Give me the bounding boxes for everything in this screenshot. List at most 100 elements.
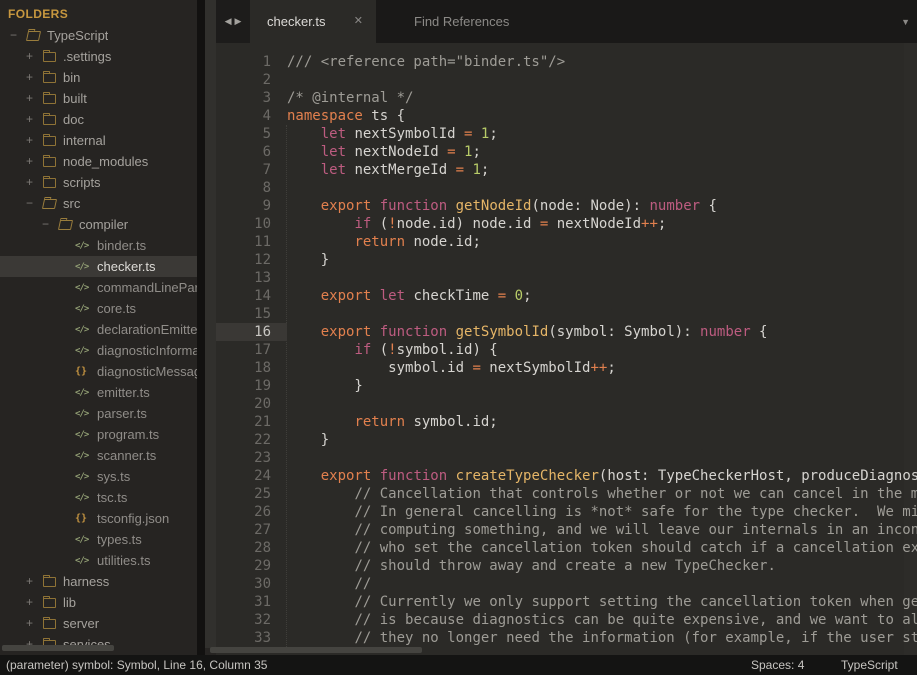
editor-horizontal-scrollbar[interactable] — [210, 647, 422, 653]
sidebar-horizontal-scrollbar[interactable] — [2, 645, 114, 651]
sidebar-item-tsc-ts[interactable]: </> tsc.ts — [0, 487, 197, 508]
code-line-29[interactable]: 29 // should throw away and create a new… — [216, 557, 917, 575]
code-line-17[interactable]: 17 if (!symbol.id) { — [216, 341, 917, 359]
file-code-icon: </> — [75, 387, 89, 398]
line-number: 27 — [254, 522, 271, 538]
code-line-22[interactable]: 22 } — [216, 431, 917, 449]
expand-icon[interactable]: + — [26, 613, 43, 634]
code-text: namespace ts { — [287, 108, 406, 124]
sidebar-item-built[interactable]: + built — [0, 88, 197, 109]
code-line-26[interactable]: 26 // In general cancelling is *not* saf… — [216, 503, 917, 521]
sidebar-vertical-scrollbar[interactable] — [205, 0, 216, 648]
sidebar-item-node-modules[interactable]: + node_modules — [0, 151, 197, 172]
collapse-icon[interactable]: − — [26, 193, 43, 214]
tab-close-icon[interactable]: ✕ — [354, 0, 363, 43]
code-line-20[interactable]: 20 — [216, 395, 917, 413]
sidebar-item-commandlinepar[interactable]: </> commandLinePar — [0, 277, 197, 298]
code-line-1[interactable]: 1 /// <reference path="binder.ts"/> — [216, 53, 917, 71]
code-line-25[interactable]: 25 // Cancellation that controls whether… — [216, 485, 917, 503]
status-indent-setting[interactable]: Spaces: 4 — [751, 655, 804, 675]
collapse-icon[interactable]: − — [42, 214, 59, 235]
code-line-27[interactable]: 27 // computing something, and we will l… — [216, 521, 917, 539]
sidebar-item-doc[interactable]: + doc — [0, 109, 197, 130]
code-line-31[interactable]: 31 // Currently we only support setting … — [216, 593, 917, 611]
file-code-icon: </> — [75, 471, 89, 482]
code-line-5[interactable]: 5 let nextSymbolId = 1; — [216, 125, 917, 143]
sidebar-item-server[interactable]: + server — [0, 613, 197, 634]
sidebar-item-bin[interactable]: + bin — [0, 67, 197, 88]
expand-icon[interactable]: + — [26, 151, 43, 172]
expand-icon[interactable]: + — [26, 130, 43, 151]
code-line-3[interactable]: 3 /* @internal */ — [216, 89, 917, 107]
code-line-19[interactable]: 19 } — [216, 377, 917, 395]
code-line-16[interactable]: 16 export function getSymbolId(symbol: S… — [216, 323, 917, 341]
sidebar-item-parser-ts[interactable]: </> parser.ts — [0, 403, 197, 424]
code-line-14[interactable]: 14 export let checkTime = 0; — [216, 287, 917, 305]
status-language-selector[interactable]: TypeScript — [841, 655, 898, 675]
sidebar-item-diagnosticinforma[interactable]: </> diagnosticInforma — [0, 340, 197, 361]
tab-checker-ts[interactable]: checker.ts ✕ — [250, 0, 376, 43]
code-line-21[interactable]: 21 return symbol.id; — [216, 413, 917, 431]
code-line-11[interactable]: 11 return node.id; — [216, 233, 917, 251]
code-line-24[interactable]: 24 export function createTypeChecker(hos… — [216, 467, 917, 485]
code-line-4[interactable]: 4 namespace ts { — [216, 107, 917, 125]
sidebar-item-utilities-ts[interactable]: </> utilities.ts — [0, 550, 197, 571]
sidebar-item-sys-ts[interactable]: </> sys.ts — [0, 466, 197, 487]
sidebar-item-src[interactable]: − src — [0, 193, 197, 214]
sidebar-item-compiler[interactable]: − compiler — [0, 214, 197, 235]
sidebar-item-typescript[interactable]: − TypeScript — [0, 25, 197, 46]
file-code-icon: </> — [75, 450, 89, 461]
code-line-7[interactable]: 7 let nextMergeId = 1; — [216, 161, 917, 179]
sidebar-item-lib[interactable]: + lib — [0, 592, 197, 613]
expand-icon[interactable]: + — [26, 109, 43, 130]
sidebar-item-diagnosticmessag[interactable]: {} diagnosticMessag — [0, 361, 197, 382]
expand-icon[interactable]: + — [26, 46, 43, 67]
code-line-18[interactable]: 18 symbol.id = nextSymbolId++; — [216, 359, 917, 377]
code-line-6[interactable]: 6 let nextNodeId = 1; — [216, 143, 917, 161]
code-line-9[interactable]: 9 export function getNodeId(node: Node):… — [216, 197, 917, 215]
tree-item-label: src — [63, 196, 81, 211]
code-line-15[interactable]: 15 — [216, 305, 917, 323]
sidebar-item-harness[interactable]: + harness — [0, 571, 197, 592]
expand-icon[interactable]: + — [26, 592, 43, 613]
code-line-2[interactable]: 2 — [216, 71, 917, 89]
sidebar-item-program-ts[interactable]: </> program.ts — [0, 424, 197, 445]
code-line-13[interactable]: 13 — [216, 269, 917, 287]
code-text: } — [287, 432, 330, 448]
sidebar-item-settings[interactable]: + .settings — [0, 46, 197, 67]
code-text: // who set the cancellation token should… — [354, 540, 917, 556]
code-line-30[interactable]: 30 // — [216, 575, 917, 593]
sidebar-item-core-ts[interactable]: </> core.ts — [0, 298, 197, 319]
tab-find-references[interactable]: Find References — [376, 0, 606, 43]
expand-icon[interactable]: + — [26, 172, 43, 193]
code-line-8[interactable]: 8 — [216, 179, 917, 197]
code-editor[interactable]: 1/// <reference path="binder.ts"/> 2 3/* @… — [216, 43, 917, 655]
tree-item-label: internal — [63, 133, 106, 148]
code-line-23[interactable]: 23 — [216, 449, 917, 467]
code-line-10[interactable]: 10 if (!node.id) node.id = nextNodeId++; — [216, 215, 917, 233]
sidebar-item-declarationemitte[interactable]: </> declarationEmitte — [0, 319, 197, 340]
sidebar-item-checker-ts[interactable]: </> checker.ts — [0, 256, 197, 277]
expand-icon[interactable]: + — [26, 88, 43, 109]
expand-icon[interactable]: + — [26, 67, 43, 88]
sidebar-item-emitter-ts[interactable]: </> emitter.ts — [0, 382, 197, 403]
code-line-12[interactable]: 12 } — [216, 251, 917, 269]
sidebar-item-scripts[interactable]: + scripts — [0, 172, 197, 193]
tab-scroll-right-icon[interactable]: ▶ — [235, 16, 242, 27]
tab-scroll-left-icon[interactable]: ◀ — [225, 16, 232, 27]
sidebar-item-internal[interactable]: + internal — [0, 130, 197, 151]
tab-overflow-button[interactable]: ▼ — [901, 0, 910, 43]
expand-icon[interactable]: + — [26, 571, 43, 592]
code-line-28[interactable]: 28 // who set the cancellation token sho… — [216, 539, 917, 557]
file-code-icon: </> — [75, 261, 89, 272]
sidebar-item-scanner-ts[interactable]: </> scanner.ts — [0, 445, 197, 466]
sidebar: FOLDERS − TypeScript + .settings + bin + built +… — [0, 0, 197, 655]
tree-item-label: types.ts — [97, 532, 142, 547]
code-line-32[interactable]: 32 // is because diagnostics can be quit… — [216, 611, 917, 629]
collapse-icon[interactable]: − — [10, 25, 27, 46]
line-number: 32 — [254, 612, 271, 628]
sidebar-item-binder-ts[interactable]: </> binder.ts — [0, 235, 197, 256]
sidebar-item-tsconfig-json[interactable]: {} tsconfig.json — [0, 508, 197, 529]
code-line-33[interactable]: 33 // they no longer need the informatio… — [216, 629, 917, 647]
sidebar-item-types-ts[interactable]: </> types.ts — [0, 529, 197, 550]
